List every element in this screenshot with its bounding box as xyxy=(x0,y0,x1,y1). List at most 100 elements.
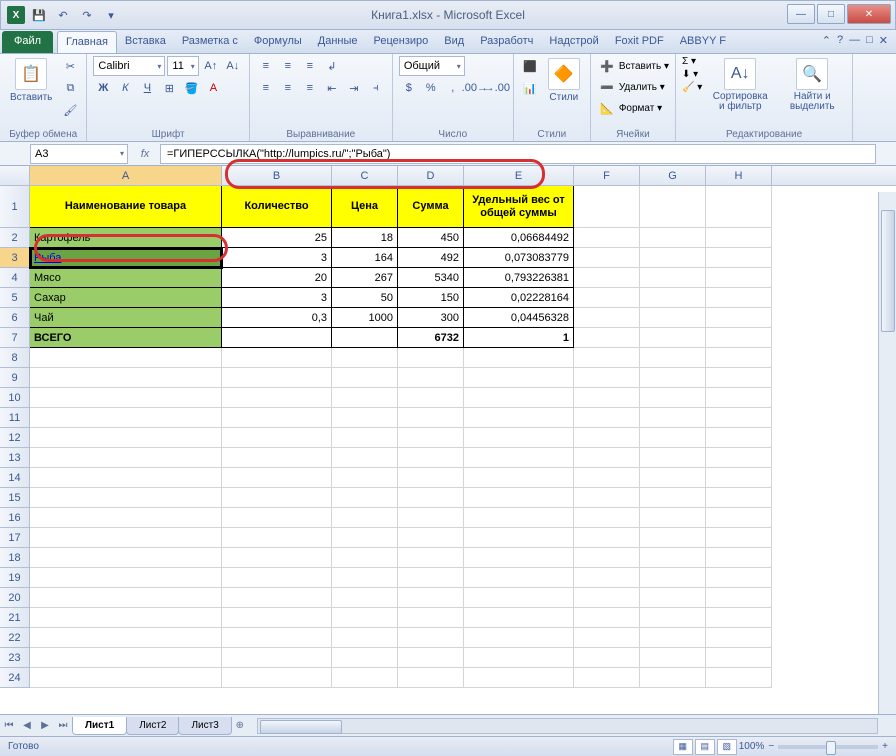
cell-F12[interactable] xyxy=(574,428,640,448)
zoom-level[interactable]: 100% xyxy=(739,741,765,752)
cell-D12[interactable] xyxy=(398,428,464,448)
cell-E13[interactable] xyxy=(464,448,574,468)
cell-G9[interactable] xyxy=(640,368,706,388)
cell-E9[interactable] xyxy=(464,368,574,388)
cell-E4[interactable]: 0,793226381 xyxy=(464,268,574,288)
cell-C17[interactable] xyxy=(332,528,398,548)
cell-G7[interactable] xyxy=(640,328,706,348)
cell-G23[interactable] xyxy=(640,648,706,668)
row-header-22[interactable]: 22 xyxy=(0,628,30,648)
column-header-A[interactable]: A xyxy=(30,166,222,185)
cell-A4[interactable]: Мясо xyxy=(30,268,222,288)
cell-G22[interactable] xyxy=(640,628,706,648)
row-header-8[interactable]: 8 xyxy=(0,348,30,368)
cell-H9[interactable] xyxy=(706,368,772,388)
cell-D20[interactable] xyxy=(398,588,464,608)
cell-C22[interactable] xyxy=(332,628,398,648)
dec-decimal-button[interactable]: →.00 xyxy=(487,78,507,98)
minimize-button[interactable]: — xyxy=(787,4,815,24)
shrink-font-button[interactable]: A↓ xyxy=(223,56,243,76)
row-header-19[interactable]: 19 xyxy=(0,568,30,588)
cell-A9[interactable] xyxy=(30,368,222,388)
cell-C4[interactable]: 267 xyxy=(332,268,398,288)
cell-E24[interactable] xyxy=(464,668,574,688)
tab-home[interactable]: Главная xyxy=(57,31,117,53)
sheet-nav-first[interactable]: ⏮ xyxy=(0,717,18,735)
tab-data[interactable]: Данные xyxy=(310,31,366,53)
cell-E7[interactable]: 1 xyxy=(464,328,574,348)
cell-A1[interactable]: Наименование товара xyxy=(30,186,222,228)
row-header-7[interactable]: 7 xyxy=(0,328,30,348)
cell-B22[interactable] xyxy=(222,628,332,648)
sheet-nav-last[interactable]: ⏭ xyxy=(54,717,72,735)
cell-C2[interactable]: 18 xyxy=(332,228,398,248)
row-header-12[interactable]: 12 xyxy=(0,428,30,448)
cell-styles-button[interactable]: 🔶 Стили xyxy=(544,56,584,105)
cell-F20[interactable] xyxy=(574,588,640,608)
cell-B2[interactable]: 25 xyxy=(222,228,332,248)
cell-A22[interactable] xyxy=(30,628,222,648)
cell-D1[interactable]: Сумма xyxy=(398,186,464,228)
cell-E11[interactable] xyxy=(464,408,574,428)
cell-A19[interactable] xyxy=(30,568,222,588)
cell-B23[interactable] xyxy=(222,648,332,668)
file-tab[interactable]: Файл xyxy=(2,31,53,53)
cell-H19[interactable] xyxy=(706,568,772,588)
number-format-combo[interactable]: Общий xyxy=(399,56,465,76)
tab-review[interactable]: Рецензиро xyxy=(366,31,437,53)
cell-G15[interactable] xyxy=(640,488,706,508)
cell-F17[interactable] xyxy=(574,528,640,548)
format-painter-button[interactable]: 🖌 xyxy=(60,100,80,120)
cell-B9[interactable] xyxy=(222,368,332,388)
cell-C6[interactable]: 1000 xyxy=(332,308,398,328)
zoom-out-button[interactable]: − xyxy=(768,741,774,752)
cell-E2[interactable]: 0,06684492 xyxy=(464,228,574,248)
cell-G8[interactable] xyxy=(640,348,706,368)
sheet-tab-1[interactable]: Лист1 xyxy=(72,717,127,735)
cell-E1[interactable]: Удельный вес от общей суммы xyxy=(464,186,574,228)
cell-D21[interactable] xyxy=(398,608,464,628)
cell-H6[interactable] xyxy=(706,308,772,328)
cell-B18[interactable] xyxy=(222,548,332,568)
cell-F6[interactable] xyxy=(574,308,640,328)
cell-A11[interactable] xyxy=(30,408,222,428)
cell-D10[interactable] xyxy=(398,388,464,408)
autosum-button[interactable]: Σ ▾ xyxy=(682,56,702,67)
cell-B7[interactable] xyxy=(222,328,332,348)
horizontal-scrollbar[interactable] xyxy=(257,718,878,734)
cell-C11[interactable] xyxy=(332,408,398,428)
insert-cells-button[interactable]: Вставить ▾ xyxy=(619,61,669,72)
cell-D13[interactable] xyxy=(398,448,464,468)
cell-H20[interactable] xyxy=(706,588,772,608)
cell-A16[interactable] xyxy=(30,508,222,528)
cell-D22[interactable] xyxy=(398,628,464,648)
cell-B3[interactable]: 3 xyxy=(222,248,332,268)
cell-B12[interactable] xyxy=(222,428,332,448)
cell-C8[interactable] xyxy=(332,348,398,368)
cell-E16[interactable] xyxy=(464,508,574,528)
row-header-24[interactable]: 24 xyxy=(0,668,30,688)
cell-H11[interactable] xyxy=(706,408,772,428)
cell-C14[interactable] xyxy=(332,468,398,488)
cell-A15[interactable] xyxy=(30,488,222,508)
doc-restore-icon[interactable]: □ xyxy=(866,34,873,47)
align-right-button[interactable]: ≡ xyxy=(300,78,320,98)
paste-button[interactable]: 📋 Вставить xyxy=(6,56,56,105)
cell-B10[interactable] xyxy=(222,388,332,408)
cell-F16[interactable] xyxy=(574,508,640,528)
border-button[interactable]: ⊞ xyxy=(159,78,179,98)
row-header-14[interactable]: 14 xyxy=(0,468,30,488)
cell-D6[interactable]: 300 xyxy=(398,308,464,328)
cell-A13[interactable] xyxy=(30,448,222,468)
cell-A12[interactable] xyxy=(30,428,222,448)
cell-G19[interactable] xyxy=(640,568,706,588)
cell-D14[interactable] xyxy=(398,468,464,488)
cell-H8[interactable] xyxy=(706,348,772,368)
cell-B6[interactable]: 0,3 xyxy=(222,308,332,328)
cell-E12[interactable] xyxy=(464,428,574,448)
indent-dec-button[interactable]: ⇤ xyxy=(322,78,342,98)
new-sheet-button[interactable]: ⊕ xyxy=(231,717,249,735)
cell-G3[interactable] xyxy=(640,248,706,268)
cell-F24[interactable] xyxy=(574,668,640,688)
cell-H24[interactable] xyxy=(706,668,772,688)
